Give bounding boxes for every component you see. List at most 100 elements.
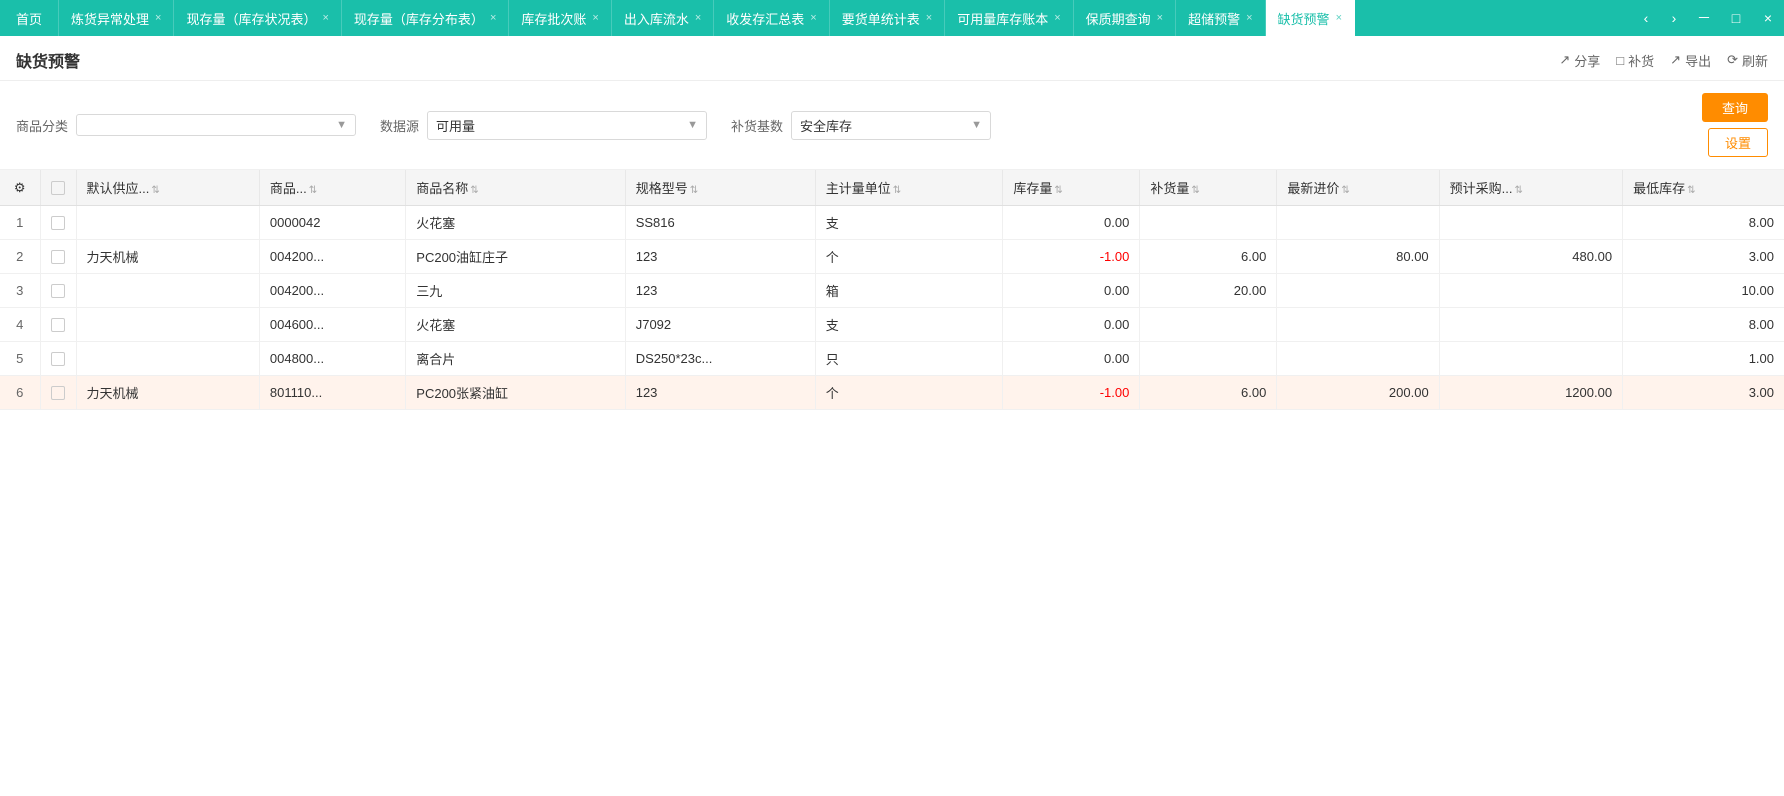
nav-tab-close-icon[interactable]: ×: [322, 12, 328, 24]
query-button[interactable]: 查询: [1702, 93, 1768, 122]
nav-tab-close-icon[interactable]: ×: [926, 12, 932, 24]
replenish-base-filter: 补货基数 安全库存 ▼: [731, 111, 991, 140]
th-settings[interactable]: ⚙: [0, 170, 40, 206]
table-row: 5 004800... 离合片 DS250*23c... 只 0.00 1.00: [0, 342, 1784, 376]
row-code: 0000042: [259, 206, 405, 240]
datasource-label: 数据源: [380, 116, 419, 135]
nav-tab-label: 保质期查询: [1086, 9, 1151, 28]
nav-tab-现存量（库存状况表）[interactable]: 现存量（库存状况表）×: [174, 0, 341, 36]
row-checkbox[interactable]: [51, 216, 65, 230]
row-spec: DS250*23c...: [625, 342, 815, 376]
replenish-base-select[interactable]: 安全库存 ▼: [791, 111, 991, 140]
row-name: 火花塞: [406, 206, 625, 240]
row-unit: 个: [815, 376, 1003, 410]
row-min-stock: 1.00: [1623, 342, 1784, 376]
settings-button[interactable]: 设置: [1708, 128, 1768, 157]
table-wrapper: ⚙ 默认供应...⇅ 商品...⇅ 商品名称⇅ 规格型号⇅ 主计量单位⇅ 库存量…: [0, 170, 1784, 410]
export-button[interactable]: ↗ 导出: [1670, 51, 1711, 70]
th-min-stock[interactable]: 最低库存⇅: [1623, 170, 1784, 206]
datasource-select[interactable]: 可用量 ▼: [427, 111, 707, 140]
row-num: 6: [0, 376, 40, 410]
nav-next-arrow[interactable]: ›: [1660, 0, 1688, 36]
nav-tab-close-icon[interactable]: ×: [1246, 12, 1252, 24]
row-spec: 123: [625, 274, 815, 308]
nav-tab-label: 现存量（库存分布表）: [354, 9, 484, 28]
nav-tab-close-icon[interactable]: ×: [592, 12, 598, 24]
nav-tab-label: 可用量库存账本: [957, 9, 1048, 28]
row-num: 1: [0, 206, 40, 240]
row-stock: 0.00: [1003, 206, 1140, 240]
row-replenish: [1140, 342, 1277, 376]
row-min-stock: 3.00: [1623, 376, 1784, 410]
nav-tab-超储预警[interactable]: 超储预警×: [1176, 0, 1265, 36]
category-select[interactable]: ▼: [76, 114, 356, 136]
nav-tab-close-icon[interactable]: ×: [1157, 12, 1163, 24]
row-latest-price: [1277, 342, 1439, 376]
row-num: 2: [0, 240, 40, 274]
table-body: 1 0000042 火花塞 SS816 支 0.00 8.00 2 力天机械 0…: [0, 206, 1784, 410]
nav-maximize-btn[interactable]: □: [1720, 0, 1752, 36]
th-latest-price[interactable]: 最新进价⇅: [1277, 170, 1439, 206]
refresh-icon: ⟳: [1727, 52, 1738, 68]
row-checkbox-cell: [40, 342, 76, 376]
nav-tab-close-icon[interactable]: ×: [695, 12, 701, 24]
nav-tab-可用量库存账本[interactable]: 可用量库存账本 ×: [945, 0, 1073, 36]
nav-tab-close-icon[interactable]: ×: [1336, 12, 1342, 24]
share-icon: ↗: [1559, 52, 1570, 68]
nav-tab-现存量（库存分布表）[interactable]: 现存量（库存分布表） ×: [342, 0, 509, 36]
th-stock[interactable]: 库存量⇅: [1003, 170, 1140, 206]
row-num: 5: [0, 342, 40, 376]
row-unit: 箱: [815, 274, 1003, 308]
nav-tab-label: 库存批次账: [521, 9, 586, 28]
nav-tab-close-icon[interactable]: ×: [1054, 12, 1060, 24]
replenish-button[interactable]: □ 补货: [1616, 51, 1654, 70]
nav-tab-缺货预警[interactable]: 缺货预警×: [1266, 0, 1355, 36]
nav-tab-保质期查询[interactable]: 保质期查询 ×: [1074, 0, 1176, 36]
nav-tab-要货单统计表[interactable]: 要货单统计表 ×: [830, 0, 945, 36]
nav-tab-close-icon[interactable]: ×: [490, 12, 496, 24]
nav-close-btn[interactable]: ×: [1752, 0, 1784, 36]
nav-tab-收发存汇总表[interactable]: 收发存汇总表×: [714, 0, 829, 36]
row-code: 004200...: [259, 240, 405, 274]
row-name: 离合片: [406, 342, 625, 376]
th-unit[interactable]: 主计量单位⇅: [815, 170, 1003, 206]
row-spec: 123: [625, 240, 815, 274]
header-actions: ↗ 分享 □ 补货 ↗ 导出 ⟳ 刷新: [1559, 51, 1768, 70]
nav-minimize-btn[interactable]: －: [1688, 0, 1720, 36]
row-checkbox[interactable]: [51, 386, 65, 400]
row-checkbox[interactable]: [51, 352, 65, 366]
category-dropdown-icon: ▼: [336, 119, 347, 131]
nav-tab-库存批次账[interactable]: 库存批次账 ×: [509, 0, 611, 36]
th-code[interactable]: 商品...⇅: [259, 170, 405, 206]
select-all-checkbox[interactable]: [51, 181, 65, 195]
row-checkbox[interactable]: [51, 250, 65, 264]
filter-actions: 查询 设置: [1702, 93, 1768, 157]
row-est-purchase: [1439, 342, 1622, 376]
nav-tab-close-icon[interactable]: ×: [155, 12, 161, 24]
row-unit: 只: [815, 342, 1003, 376]
th-replenish[interactable]: 补货量⇅: [1140, 170, 1277, 206]
refresh-button[interactable]: ⟳ 刷新: [1727, 51, 1768, 70]
share-button[interactable]: ↗ 分享: [1559, 51, 1600, 70]
nav-prev-arrow[interactable]: ‹: [1632, 0, 1660, 36]
replenish-base-select-value: 安全库存: [800, 116, 971, 135]
table-row: 1 0000042 火花塞 SS816 支 0.00 8.00: [0, 206, 1784, 240]
nav-tab-label: 要货单统计表: [842, 9, 920, 28]
th-name[interactable]: 商品名称⇅: [406, 170, 625, 206]
row-code: 801110...: [259, 376, 405, 410]
row-latest-price: [1277, 206, 1439, 240]
export-label: 导出: [1685, 51, 1711, 70]
th-est-purchase[interactable]: 预计采购...⇅: [1439, 170, 1622, 206]
table-row: 2 力天机械 004200... PC200油缸庄子 123 个 -1.00 6…: [0, 240, 1784, 274]
row-checkbox[interactable]: [51, 318, 65, 332]
row-supplier: 力天机械: [76, 376, 259, 410]
nav-tab-close-icon[interactable]: ×: [810, 12, 816, 24]
datasource-filter: 数据源 可用量 ▼: [380, 111, 707, 140]
nav-tab-炼货异常处理[interactable]: 炼货异常处理×: [59, 0, 174, 36]
th-supplier[interactable]: 默认供应...⇅: [76, 170, 259, 206]
th-spec[interactable]: 规格型号⇅: [625, 170, 815, 206]
filter-bar: 商品分类 ▼ 数据源 可用量 ▼ 补货基数 安全库存 ▼ 查询 设置: [0, 81, 1784, 170]
nav-home[interactable]: 首页: [0, 0, 59, 36]
nav-tab-出入库流水[interactable]: 出入库流水×: [612, 0, 714, 36]
row-checkbox[interactable]: [51, 284, 65, 298]
